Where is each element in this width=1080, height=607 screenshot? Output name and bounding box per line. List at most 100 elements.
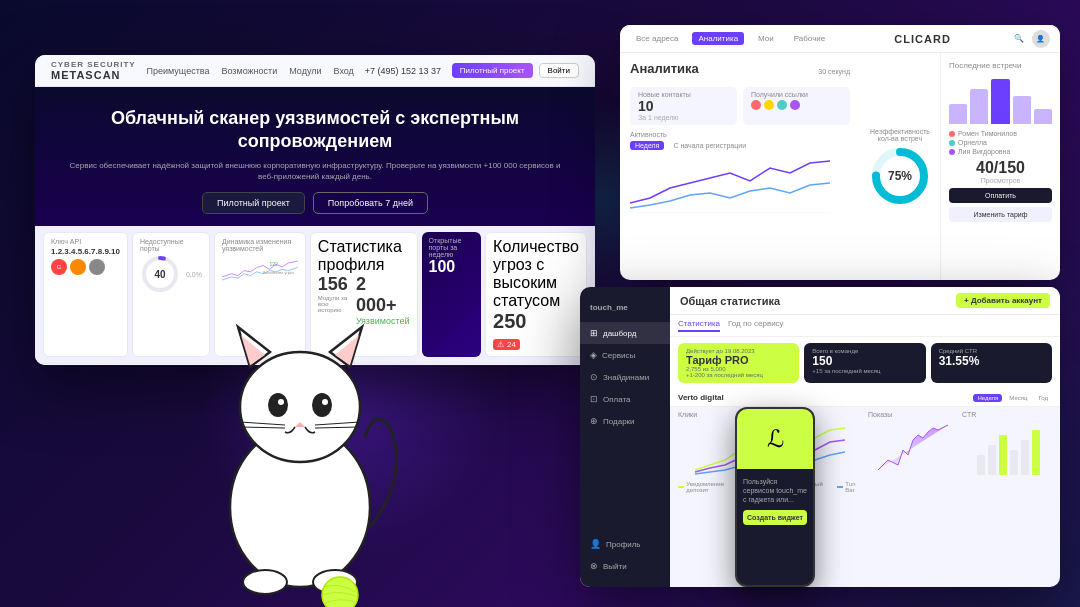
svg-line-25	[240, 427, 285, 428]
svg-line-26	[315, 422, 360, 425]
metascan-login-btn[interactable]: Войти	[539, 63, 579, 78]
touchme-add-account-btn[interactable]: + Добавить аккаунт	[956, 293, 1050, 308]
tm-tab-stats[interactable]: Статистика	[678, 319, 720, 332]
clicard-nav-tabs: Все адреса Аналитика Мои Рабочие	[630, 32, 831, 45]
tm-period-month-btn[interactable]: Месяц	[1005, 394, 1031, 402]
tm-nav-dashboard[interactable]: ⊞ дашборд	[580, 322, 670, 344]
metascan-hero-try-btn[interactable]: Попробовать 7 дней	[313, 192, 428, 214]
legend-tunbar: Tun Bar	[837, 481, 862, 493]
bar-1	[949, 104, 967, 124]
clicard-donut-area: Неэффективность кол-ва встреч 75%	[860, 53, 940, 280]
svg-point-19	[268, 393, 288, 417]
bar-2	[970, 89, 988, 124]
tm-nav-gifts[interactable]: ⊕ Подарки	[580, 410, 670, 432]
api-label: Ключ API	[51, 238, 120, 245]
period-all-btn[interactable]: С начала регистрации	[668, 141, 751, 150]
clicard-count-area: 40/150 Просмотров	[949, 159, 1052, 184]
phone-screen: ℒ	[737, 409, 813, 469]
metascan-nav: CYBER SECURITY METASCAN Преимущества Воз…	[35, 55, 595, 87]
shows-label: Показы	[868, 411, 958, 418]
clicard-line-chart	[630, 153, 830, 213]
ports-sub: 0,0%	[186, 271, 202, 278]
clicard-main: Аналитика 30 секунд Новые контакты 10 За…	[620, 53, 860, 280]
clicard-right-panel: Последние встречи Ромен Тимонилов Орнелл…	[940, 53, 1060, 280]
clicard-count-value: 40/150	[949, 159, 1052, 177]
phone-body: Пользуйся сервисом touch_me с гаджета ил…	[737, 469, 813, 533]
legend-deposit-line	[678, 486, 684, 488]
clicard-metrics: Новые контакты 10 За 1 неделю Получили с…	[630, 87, 850, 125]
tm-nav-payment[interactable]: ⊡ Оплата	[580, 388, 670, 410]
svg-rect-12	[1032, 430, 1040, 475]
svg-point-14	[240, 352, 360, 462]
svg-text:Количество угроз: Количество угроз	[263, 271, 294, 275]
bar-4	[1013, 96, 1031, 124]
metascan-logo: CYBER SECURITY METASCAN	[51, 60, 136, 81]
metascan-logos-bar: МТС Rarible ∞ Словника Солидарг Ezil	[35, 363, 595, 365]
svg-line-27	[315, 427, 360, 428]
clicard-change-btn[interactable]: Изменить тариф	[949, 207, 1052, 222]
clicard-logo: CLICARD	[894, 33, 951, 45]
touchme-logo: touch_me	[580, 297, 670, 322]
touchme-phone-overlay: ℒ Пользуйся сервисом touch_me с гаджета …	[735, 407, 815, 587]
svg-point-20	[312, 393, 332, 417]
svg-rect-10	[1010, 450, 1018, 475]
metascan-hero-pilot-btn[interactable]: Пилотный проект	[202, 192, 305, 214]
profile-icon: 👤	[590, 539, 601, 549]
nav-link-modules[interactable]: Модули	[289, 66, 321, 76]
metric2-label: Получили ссылки	[751, 91, 842, 98]
tm-nav-zaydemy[interactable]: ⊙ Знайдинами	[580, 366, 670, 388]
clicard-tab-work[interactable]: Рабочие	[788, 32, 831, 45]
svg-point-30	[322, 577, 358, 607]
ctr-value: 31.55%	[939, 354, 1044, 368]
metascan-pilot-btn[interactable]: Пилотный проект	[452, 63, 533, 78]
threats-value: 250	[493, 310, 579, 333]
dashboard-icon: ⊞	[590, 328, 598, 338]
nav-link-advantages[interactable]: Преимущества	[147, 66, 210, 76]
tm-period-week-btn[interactable]: Неделя	[973, 394, 1002, 402]
clicard-tab-all[interactable]: Все адреса	[630, 32, 684, 45]
metascan-stats-row: Ключ API 1.2.3.4.5.6.7.8.9.10 G Недоступ…	[35, 226, 595, 363]
clicard-activity-label: Активность	[630, 131, 850, 138]
donut-value: 75%	[888, 169, 912, 183]
clicard-tab-mine[interactable]: Мои	[752, 32, 780, 45]
nav-link-features[interactable]: Возможности	[221, 66, 277, 76]
api-value: 1.2.3.4.5.6.7.8.9.10	[51, 247, 120, 256]
metascan-dynamic-card: Динамика изменения уязвимостей 122 Колич…	[214, 232, 306, 357]
metascan-window: CYBER SECURITY METASCAN Преимущества Воз…	[35, 55, 595, 365]
threats-badge: 24	[507, 340, 516, 349]
clicard-tab-analytics[interactable]: Аналитика	[692, 32, 744, 45]
tm-nav-profile[interactable]: 👤 Профиль	[580, 533, 670, 555]
search-icon[interactable]: 🔍	[1014, 34, 1024, 43]
tm-nav-logout[interactable]: ⊗ Выйти	[580, 555, 670, 577]
legend-dot-1	[949, 131, 955, 137]
svg-line-24	[240, 422, 285, 425]
tm-period-year-btn[interactable]: Год	[1034, 394, 1052, 402]
legend-item-2: Орнелла	[949, 139, 1052, 146]
nav-link-login[interactable]: Вход	[333, 66, 353, 76]
tm-stat-team: Всего в команде 150 +15 за последний мес…	[804, 343, 925, 383]
plan-sub2: +1-200 за последний месяц	[686, 372, 791, 378]
touchme-chart-container: Клики Уведомление депозит Уведо	[670, 407, 1060, 587]
svg-marker-23	[295, 422, 305, 427]
metascan-open-ports-card: Открытые порты за неделю 100	[422, 232, 482, 357]
tm-stat-plan: Действует до 19.08.2023 Тариф PRO 2,755 …	[678, 343, 799, 383]
touchme-sidebar: touch_me ⊞ дашборд ◈ Сервисы ⊙ Знайдинам…	[580, 287, 670, 587]
tm-nav-services[interactable]: ◈ Сервисы	[580, 344, 670, 366]
metascan-nav-links: Преимущества Возможности Модули Вход	[147, 66, 354, 76]
team-sub: +15 за последний месяц	[812, 368, 917, 374]
legend-dot-2	[949, 140, 955, 146]
metric1-sub: За 1 неделю	[638, 114, 729, 121]
clicard-period: 30 секунд	[818, 68, 850, 75]
clicard-count-label: Просмотров	[949, 177, 1052, 184]
touchme-shows-chart: Показы	[868, 411, 958, 583]
svg-point-13	[230, 427, 370, 587]
period-week-btn[interactable]: Неделя	[630, 141, 664, 150]
clicard-panel-title: Последние встречи	[949, 61, 1052, 70]
clicard-pay-btn[interactable]: Оплатить	[949, 188, 1052, 203]
tm-tab-year[interactable]: Год по сервису	[728, 319, 784, 332]
metric1-value: 10	[638, 98, 729, 114]
clicard-title: Аналитика	[630, 61, 699, 76]
bar-3	[991, 79, 1009, 124]
phone-create-widget-btn[interactable]: Создать виджет	[743, 510, 807, 525]
metascan-threats-card: Количество угроз с высоким статусом 250 …	[485, 232, 587, 357]
